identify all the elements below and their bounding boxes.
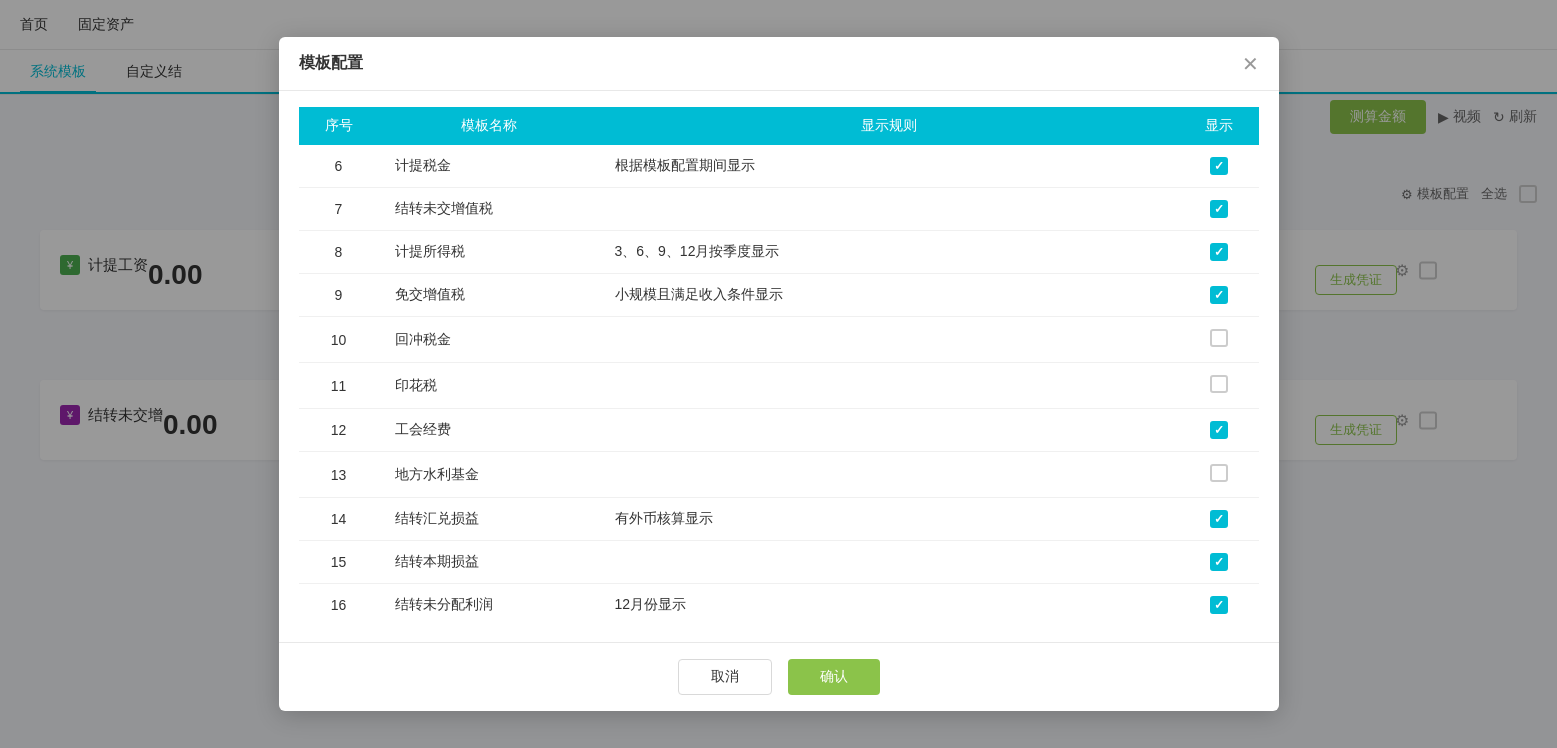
modal-title: 模板配置 xyxy=(299,53,363,74)
table-body: 6计提税金根据模板配置期间显示7结转未交增值税8计提所得税3、6、9、12月按季… xyxy=(299,145,1259,626)
row-checkbox-10[interactable] xyxy=(1210,329,1228,347)
table-row: 8计提所得税3、6、9、12月按季度显示 xyxy=(299,231,1259,274)
modal-template-config: 模板配置 ✕ 序号 模板名称 显示规则 显示 6计提税金根据模板配置期间显示7结… xyxy=(279,37,1279,711)
cell-no: 16 xyxy=(299,584,379,627)
cell-no: 7 xyxy=(299,188,379,231)
row-checkbox-16[interactable] xyxy=(1210,596,1228,614)
cell-no: 6 xyxy=(299,145,379,188)
modal-body: 序号 模板名称 显示规则 显示 6计提税金根据模板配置期间显示7结转未交增值税8… xyxy=(279,91,1279,642)
cancel-button[interactable]: 取消 xyxy=(678,659,772,695)
cell-no: 11 xyxy=(299,363,379,409)
cell-checkbox xyxy=(1179,584,1259,627)
cell-name: 地方水利基金 xyxy=(379,452,599,498)
col-name: 模板名称 xyxy=(379,107,599,145)
cell-name: 结转汇兑损益 xyxy=(379,498,599,541)
table-row: 14结转汇兑损益有外币核算显示 xyxy=(299,498,1259,541)
col-display: 显示 xyxy=(1179,107,1259,145)
cell-checkbox xyxy=(1179,409,1259,452)
cell-checkbox xyxy=(1179,452,1259,498)
table-row: 6计提税金根据模板配置期间显示 xyxy=(299,145,1259,188)
cell-checkbox xyxy=(1179,363,1259,409)
col-no: 序号 xyxy=(299,107,379,145)
cell-no: 13 xyxy=(299,452,379,498)
cell-name: 结转本期损益 xyxy=(379,541,599,584)
row-checkbox-9[interactable] xyxy=(1210,286,1228,304)
cell-rule xyxy=(599,188,1179,231)
cell-rule: 小规模且满足收入条件显示 xyxy=(599,274,1179,317)
cell-rule xyxy=(599,409,1179,452)
row-checkbox-14[interactable] xyxy=(1210,510,1228,528)
cell-checkbox xyxy=(1179,188,1259,231)
modal-header: 模板配置 ✕ xyxy=(279,37,1279,91)
table-row: 10回冲税金 xyxy=(299,317,1259,363)
close-icon[interactable]: ✕ xyxy=(1242,54,1259,74)
row-checkbox-6[interactable] xyxy=(1210,157,1228,175)
config-table: 序号 模板名称 显示规则 显示 6计提税金根据模板配置期间显示7结转未交增值税8… xyxy=(299,107,1259,626)
cell-checkbox xyxy=(1179,541,1259,584)
cell-no: 8 xyxy=(299,231,379,274)
cell-rule: 根据模板配置期间显示 xyxy=(599,145,1179,188)
col-rule: 显示规则 xyxy=(599,107,1179,145)
cell-name: 回冲税金 xyxy=(379,317,599,363)
row-checkbox-13[interactable] xyxy=(1210,464,1228,482)
cell-rule xyxy=(599,541,1179,584)
row-checkbox-11[interactable] xyxy=(1210,375,1228,393)
cell-name: 工会经费 xyxy=(379,409,599,452)
table-row: 9免交增值税小规模且满足收入条件显示 xyxy=(299,274,1259,317)
table-row: 12工会经费 xyxy=(299,409,1259,452)
table-row: 13地方水利基金 xyxy=(299,452,1259,498)
table-header: 序号 模板名称 显示规则 显示 xyxy=(299,107,1259,145)
cell-rule xyxy=(599,452,1179,498)
cell-name: 印花税 xyxy=(379,363,599,409)
cell-checkbox xyxy=(1179,498,1259,541)
cell-name: 免交增值税 xyxy=(379,274,599,317)
cell-rule xyxy=(599,363,1179,409)
cell-no: 14 xyxy=(299,498,379,541)
row-checkbox-7[interactable] xyxy=(1210,200,1228,218)
table-row: 11印花税 xyxy=(299,363,1259,409)
cell-checkbox xyxy=(1179,317,1259,363)
cell-name: 计提所得税 xyxy=(379,231,599,274)
modal-footer: 取消 确认 xyxy=(279,642,1279,711)
table-row: 15结转本期损益 xyxy=(299,541,1259,584)
row-checkbox-15[interactable] xyxy=(1210,553,1228,571)
cell-checkbox xyxy=(1179,231,1259,274)
cell-no: 12 xyxy=(299,409,379,452)
cell-checkbox xyxy=(1179,145,1259,188)
cell-rule: 有外币核算显示 xyxy=(599,498,1179,541)
cell-no: 10 xyxy=(299,317,379,363)
cell-name: 结转未交增值税 xyxy=(379,188,599,231)
table-row: 7结转未交增值税 xyxy=(299,188,1259,231)
cell-no: 15 xyxy=(299,541,379,584)
cell-checkbox xyxy=(1179,274,1259,317)
row-checkbox-8[interactable] xyxy=(1210,243,1228,261)
cell-name: 计提税金 xyxy=(379,145,599,188)
cell-rule xyxy=(599,317,1179,363)
cell-rule: 12月份显示 xyxy=(599,584,1179,627)
table-row: 16结转未分配利润12月份显示 xyxy=(299,584,1259,627)
row-checkbox-12[interactable] xyxy=(1210,421,1228,439)
cell-name: 结转未分配利润 xyxy=(379,584,599,627)
cell-rule: 3、6、9、12月按季度显示 xyxy=(599,231,1179,274)
confirm-button[interactable]: 确认 xyxy=(788,659,880,695)
cell-no: 9 xyxy=(299,274,379,317)
